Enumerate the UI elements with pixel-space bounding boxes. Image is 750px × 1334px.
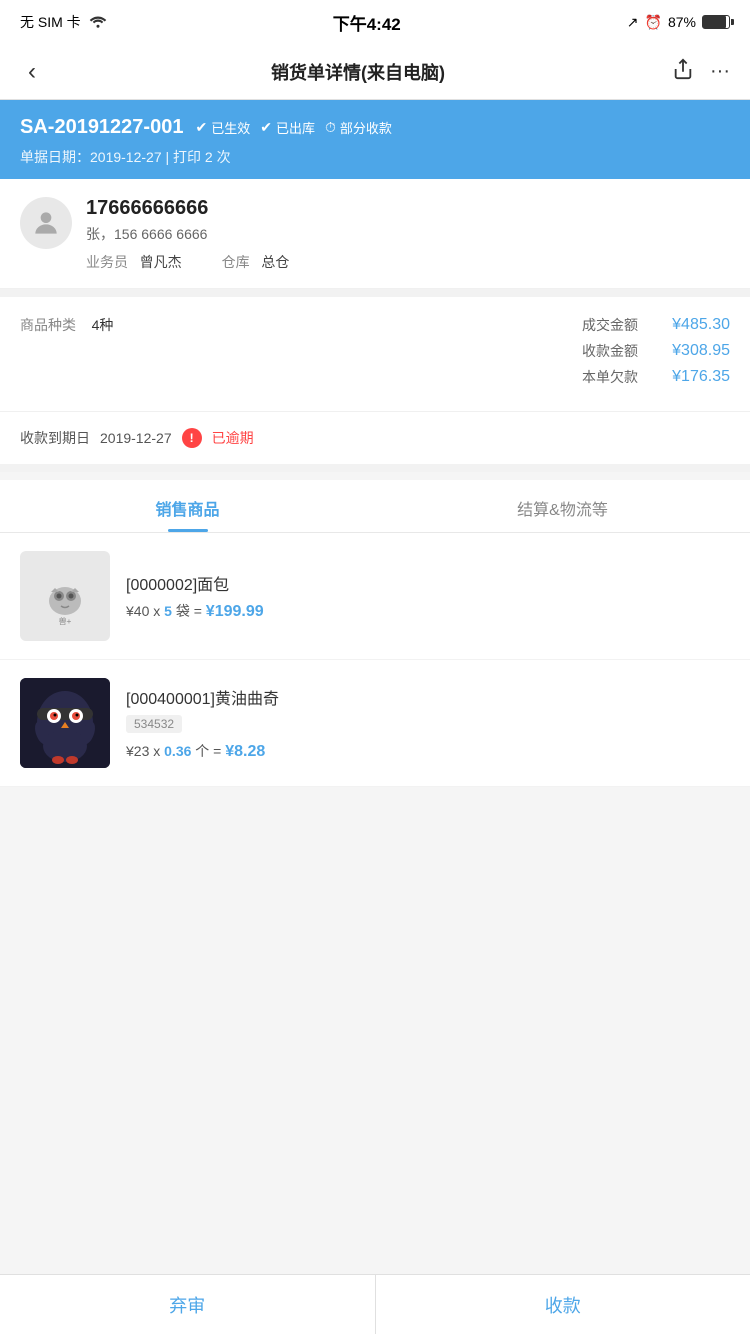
product-x-1: x — [153, 603, 164, 619]
product-name-2: [000400001]黄油曲奇 — [126, 685, 730, 709]
location-icon: ↗ — [627, 14, 639, 31]
nav-bar: ‹ 销货单详情(来自电脑) ··· — [0, 44, 750, 100]
status-bar: 无 SIM 卡 下午4:42 ↗ ⏰ 87% — [0, 0, 750, 44]
product-qty-2: 0.36 — [164, 743, 191, 759]
summary-left: 商品种类 4种 — [20, 315, 113, 339]
status-right: ↗ ⏰ 87% — [627, 14, 730, 31]
summary-right: 成交金额 ¥485.30 收款金额 ¥308.95 本单欠款 ¥176.35 — [582, 315, 730, 393]
product-eq-2: = — [213, 743, 225, 759]
product-total-1: ¥199.99 — [206, 603, 264, 620]
product-eq-1: = — [194, 603, 206, 619]
alarm-icon: ⏰ — [645, 14, 662, 31]
product-image-1: 兽+ — [20, 551, 110, 641]
product-qty-1: 5 — [164, 603, 172, 619]
order-date: 单据日期：2019-12-27 | 打印 2 次 — [20, 147, 730, 167]
svg-text:兽+: 兽+ — [59, 616, 72, 626]
clock-icon: ⏱ — [325, 119, 336, 136]
deal-amount-value: ¥485.30 — [650, 316, 730, 334]
product-unit-1: 袋 — [176, 603, 190, 619]
due-date-value: 2019-12-27 — [100, 430, 172, 446]
product-price-row-1: ¥40 x 5 袋 = ¥199.99 — [126, 601, 730, 621]
wifi-icon — [89, 14, 107, 31]
status-badge-partial: ⏱ 部分收款 — [325, 118, 392, 137]
tab-settlement[interactable]: 结算&物流等 — [375, 480, 750, 532]
battery-icon — [702, 15, 730, 29]
received-value: ¥308.95 — [650, 342, 730, 360]
check-icon-2: ✔ — [260, 119, 272, 136]
warehouse-info: 仓库 总仓 — [222, 252, 290, 272]
status-badge-shipped: ✔ 已出库 — [260, 118, 315, 137]
order-banner: SA-20191227-001 ✔ 已生效 ✔ 已出库 ⏱ 部分收款 单据日期：… — [0, 100, 750, 179]
product-total-2: ¥8.28 — [225, 743, 265, 760]
page-title: 销货单详情(来自电脑) — [271, 59, 445, 85]
product-sku-2: 534532 — [126, 715, 182, 733]
owed-value: ¥176.35 — [650, 368, 730, 386]
salesperson-info: 业务员 曾凡杰 — [86, 252, 182, 272]
list-item: 兽+ [0000002]面包 ¥40 x 5 袋 = ¥199.99 — [0, 533, 750, 660]
overdue-text: 已逾期 — [212, 428, 254, 448]
product-type-row: 商品种类 4种 — [20, 315, 113, 335]
customer-info: 17666666666 张，156 6666 6666 业务员 曾凡杰 仓库 总… — [86, 197, 730, 272]
received-amount-row: 收款金额 ¥308.95 — [582, 341, 730, 361]
tabs-section: 销售商品 结算&物流等 — [0, 480, 750, 533]
carrier-text: 无 SIM 卡 — [20, 12, 81, 32]
product-price-row-2: ¥23 x 0.36 个 = ¥8.28 — [126, 741, 730, 761]
customer-contact: 张，156 6666 6666 — [86, 224, 730, 244]
status-badge-active: ✔ 已生效 — [195, 118, 250, 137]
salesperson-label: 业务员 — [86, 254, 128, 270]
status-left: 无 SIM 卡 — [20, 12, 107, 32]
warehouse-value: 总仓 — [261, 254, 289, 270]
status-time: 下午4:42 — [333, 10, 401, 35]
product-unit-2: 个 — [195, 743, 209, 759]
overdue-icon: ! — [182, 428, 202, 448]
product-x-2: x — [153, 743, 164, 759]
list-item: [000400001]黄油曲奇 534532 ¥23 x 0.36 个 = ¥8… — [0, 660, 750, 787]
order-id: SA-20191227-001 — [20, 116, 183, 139]
more-button[interactable]: ··· — [710, 60, 730, 83]
divider-1 — [0, 289, 750, 297]
bottom-bar: 弃审 收款 — [0, 1274, 750, 1334]
owed-amount-row: 本单欠款 ¥176.35 — [582, 367, 730, 387]
deal-amount-row: 成交金额 ¥485.30 — [582, 315, 730, 335]
product-price-1: ¥40 — [126, 603, 149, 619]
customer-meta: 业务员 曾凡杰 仓库 总仓 — [86, 252, 730, 272]
owed-label: 本单欠款 — [582, 367, 638, 387]
product-image-2 — [20, 678, 110, 768]
nav-actions: ··· — [672, 58, 730, 86]
check-icon-1: ✔ — [195, 119, 207, 136]
customer-section: 17666666666 张，156 6666 6666 业务员 曾凡杰 仓库 总… — [0, 179, 750, 289]
warehouse-label: 仓库 — [222, 254, 250, 270]
product-price-2: ¥23 — [126, 743, 149, 759]
battery-percent: 87% — [668, 14, 696, 30]
tab-products[interactable]: 销售商品 — [0, 480, 375, 532]
confirm-button[interactable]: 收款 — [376, 1275, 750, 1334]
product-type-label: 商品种类 — [20, 317, 76, 333]
status-badges: ✔ 已生效 ✔ 已出库 ⏱ 部分收款 — [195, 118, 391, 137]
customer-phone: 17666666666 — [86, 197, 730, 220]
received-label: 收款金额 — [582, 341, 638, 361]
due-date-section: 收款到期日 2019-12-27 ! 已逾期 — [0, 411, 750, 464]
product-details-1: [0000002]面包 ¥40 x 5 袋 = ¥199.99 — [126, 571, 730, 621]
product-name-1: [0000002]面包 — [126, 571, 730, 595]
share-button[interactable] — [672, 58, 694, 86]
divider-2 — [0, 464, 750, 472]
back-button[interactable]: ‹ — [20, 50, 44, 94]
deal-amount-label: 成交金额 — [582, 315, 638, 335]
salesperson-value: 曾凡杰 — [140, 254, 182, 270]
due-date-label: 收款到期日 — [20, 428, 90, 448]
customer-avatar — [20, 197, 72, 249]
cancel-button[interactable]: 弃审 — [0, 1275, 376, 1334]
product-list: 兽+ [0000002]面包 ¥40 x 5 袋 = ¥199.99 — [0, 533, 750, 787]
product-type-value: 4种 — [92, 317, 114, 333]
product-details-2: [000400001]黄油曲奇 534532 ¥23 x 0.36 个 = ¥8… — [126, 685, 730, 761]
summary-section: 商品种类 4种 成交金额 ¥485.30 收款金额 ¥308.95 本单欠款 ¥… — [0, 297, 750, 411]
